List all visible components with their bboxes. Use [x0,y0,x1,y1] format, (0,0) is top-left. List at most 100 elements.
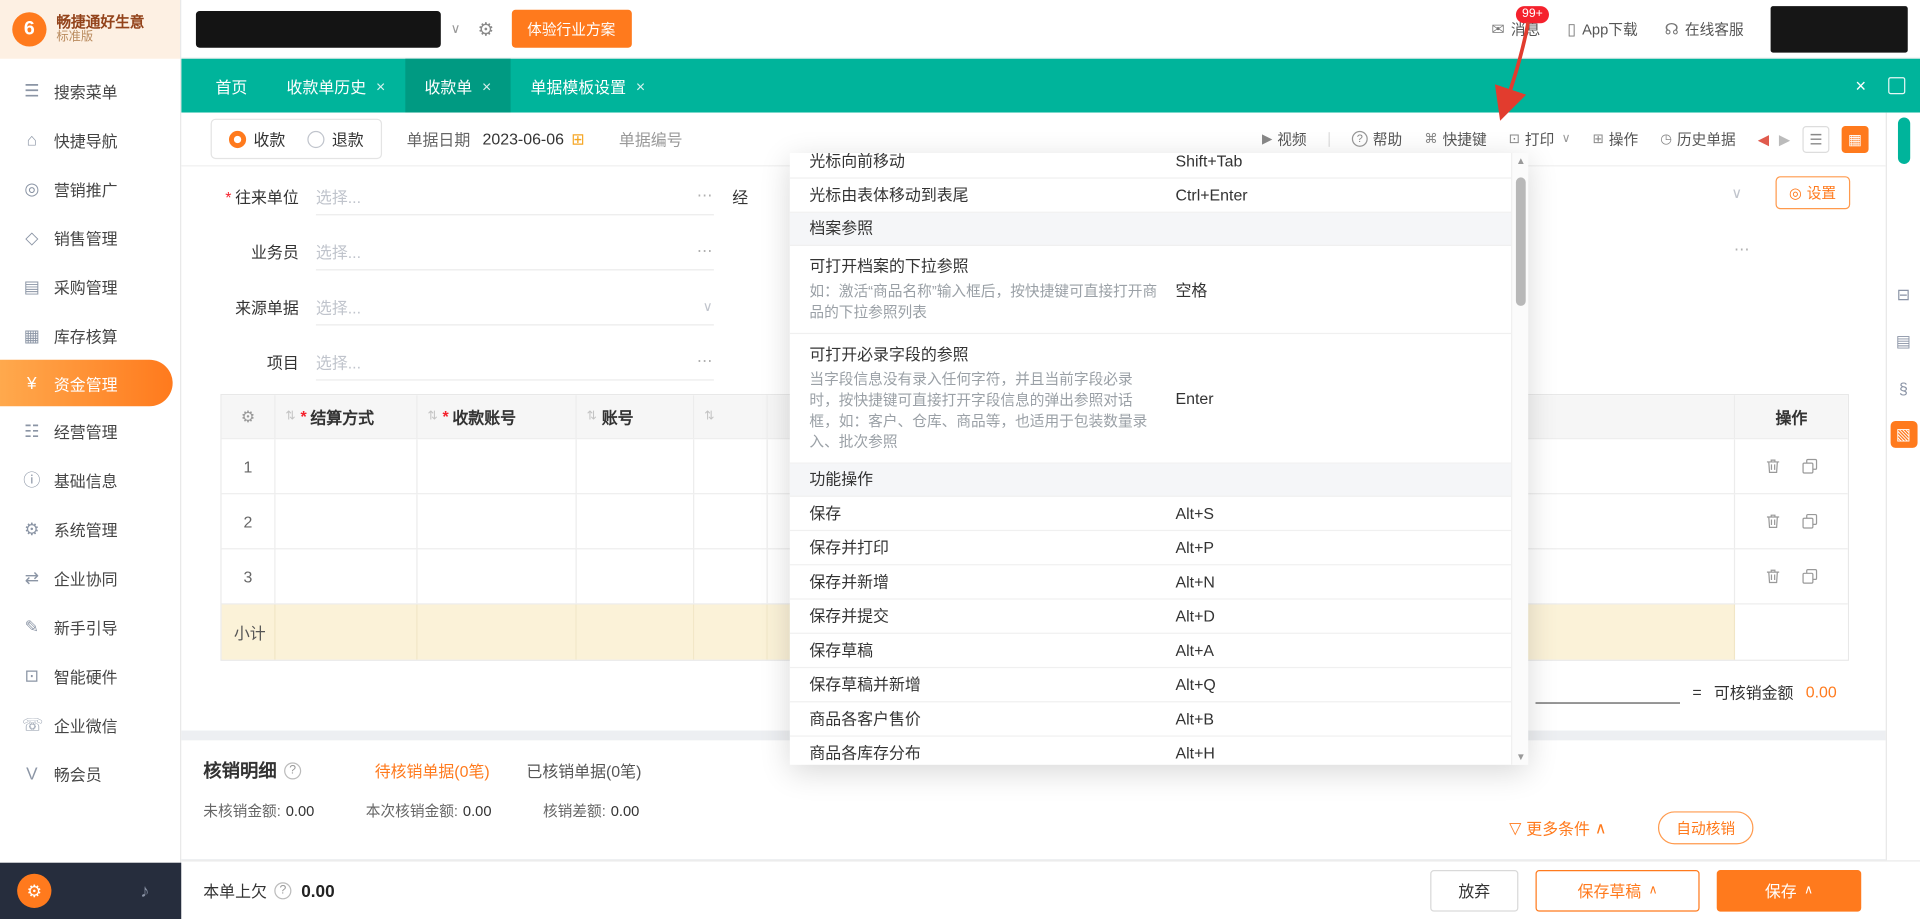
chevron-down-icon[interactable]: ∨ [451,21,461,37]
operations-button[interactable]: ⊞ 操作 [1593,128,1639,149]
sidebar-item-system[interactable]: ⚙ 系统管理 [0,504,180,553]
sidebar-item-guide[interactable]: ✎ 新手引导 [0,602,180,651]
sidebar-item-sales[interactable]: ◇ 销售管理 [0,213,180,262]
copy-icon[interactable] [1801,458,1818,475]
verify-tab[interactable]: 已核销单据(0笔) [526,759,641,782]
grid-cell[interactable] [694,494,768,549]
grid-header-cell[interactable]: ⇅ [694,395,768,439]
help-icon[interactable]: ? [274,881,292,899]
brand[interactable]: 6 畅捷通好生意 标准版 [0,0,180,59]
amount-input[interactable] [1535,681,1681,704]
scrollbar-thumb[interactable] [1897,117,1910,164]
chevron-down-icon[interactable]: ∨ [1731,185,1742,202]
grid-cell[interactable] [577,494,695,549]
messages-button[interactable]: ✉ 消息 99+ [1491,6,1549,39]
grid-header-cell[interactable]: ⇅ * 收款账号 [417,395,577,439]
print-button[interactable]: ⊡ 打印 ∨ [1509,128,1571,149]
sidebar-item-quick-nav[interactable]: ⌂ 快捷导航 [0,115,180,164]
sidebar-item-wechat[interactable]: ☏ 企业微信 [0,700,180,749]
print-panel-icon[interactable]: ⊟ [1890,281,1917,308]
auto-verify-button[interactable]: 自动核销 [1657,811,1754,845]
grid-cell[interactable] [418,549,577,604]
sort-icon[interactable]: ⇅ [285,410,295,423]
salesperson-field[interactable]: 选择... ⋯ [315,233,714,270]
history-button[interactable]: ◷ 历史单据 [1660,128,1735,149]
sidebar-item-hardware[interactable]: ⊡ 智能硬件 [0,651,180,700]
grid-cell[interactable] [418,494,577,549]
tab-close-icon[interactable]: × [376,76,385,94]
sidebar-item-operations[interactable]: ☷ 经营管理 [0,406,180,455]
sidebar-item-collaboration[interactable]: ⇄ 企业协同 [0,553,180,602]
video-button[interactable]: ▶ 视频 [1262,128,1307,149]
trash-icon[interactable] [1764,458,1781,475]
ellipsis-icon[interactable]: ⋯ [697,186,714,206]
tab-close-icon[interactable]: × [482,76,491,94]
tab[interactable]: 单据模板设置 × [511,59,665,113]
list-view-toggle[interactable]: ☰ [1802,125,1830,153]
grid-cell[interactable] [577,549,695,604]
trial-solution-button[interactable]: 体验行业方案 [511,9,632,48]
copy-icon[interactable] [1801,513,1818,530]
online-service-button[interactable]: ☊ 在线客服 [1665,18,1744,39]
sort-icon[interactable]: ⇅ [427,410,437,423]
user-info-redacted[interactable] [1770,5,1908,53]
help-icon[interactable]: ? [284,761,302,779]
trash-icon[interactable] [1764,513,1781,530]
source-doc-field[interactable]: 选择... ∨ [315,288,714,325]
grid-header-cell[interactable]: ⇅ 账号 [576,395,695,439]
calendar-icon[interactable]: ⊞ [571,129,584,149]
app-download-button[interactable]: ▯ App下载 [1567,18,1637,39]
hotkeys-button[interactable]: ⌘ 快捷键 [1424,128,1486,149]
refund-radio[interactable]: 退款 [307,127,364,150]
tab[interactable]: 首页 [196,59,267,113]
date-value[interactable]: 2023-06-06 [483,130,564,148]
sidebar-item-inventory[interactable]: ▦ 库存核算 [0,311,180,360]
scroll-down-icon[interactable]: ▼ [1512,751,1528,762]
chevron-down-icon[interactable]: ∨ [703,298,714,314]
grid-cell[interactable] [418,439,577,494]
grid-cell[interactable] [276,494,418,549]
sort-icon[interactable]: ⇅ [704,410,714,423]
grid-settings-icon[interactable]: ⚙ [221,395,276,439]
next-doc-icon[interactable]: ▶ [1779,130,1790,147]
receipt-radio[interactable]: 收款 [228,127,285,150]
sidebar-item-marketing[interactable]: ◎ 营销推广 [0,164,180,213]
document-panel-icon[interactable]: ▤ [1890,328,1917,355]
more-filters-button[interactable]: ▽ 更多条件 ∧ [1509,816,1606,839]
sidebar-item-funds[interactable]: ¥ 资金管理 [0,359,173,407]
trash-icon[interactable] [1764,568,1781,585]
sidebar-item-member[interactable]: V 畅会员 [0,749,180,798]
sidebar-item-purchase[interactable]: ▤ 采购管理 [0,262,180,311]
save-button[interactable]: 保存 ∧ [1716,869,1862,912]
gear-icon[interactable]: ⚙ [478,18,494,40]
verify-tab[interactable]: 待核销单据(0笔) [375,759,490,782]
help-button[interactable]: ? 帮助 [1351,128,1402,149]
grid-cell[interactable] [694,439,768,494]
tab-list-icon[interactable] [1888,77,1906,95]
grid-header-cell[interactable]: ⇅ * 结算方式 [275,395,418,439]
grid-cell[interactable] [276,549,418,604]
scrollbar-thumb[interactable] [1515,177,1526,306]
template-settings-button[interactable]: ◎ 设置 [1775,176,1850,210]
copy-icon[interactable] [1801,568,1818,585]
modal-scrollbar[interactable]: ▲ ▼ [1511,152,1529,765]
speaker-icon[interactable]: ♪ [140,880,149,901]
sidebar-item-search-menu[interactable]: ☰ 搜索菜单 [0,66,180,115]
grid-view-toggle[interactable]: ▦ [1841,125,1869,153]
attachment-panel-icon[interactable]: § [1890,374,1917,401]
sort-icon[interactable]: ⇅ [587,410,597,423]
close-all-tabs-icon[interactable]: × [1855,59,1866,113]
tab[interactable]: 收款单历史 × [267,59,405,113]
grid-cell[interactable] [276,439,418,494]
prev-doc-icon[interactable]: ◀ [1758,130,1769,147]
grid-cell[interactable] [694,549,768,604]
sidebar-item-basic-info[interactable]: ⓘ 基础信息 [0,455,180,504]
project-field[interactable]: 选择... ⋯ [315,343,714,380]
customer-field[interactable]: 选择... ⋯ [315,178,714,215]
settings-gear-icon[interactable]: ⚙ [17,873,52,908]
grid-cell[interactable] [577,439,695,494]
ellipsis-icon[interactable]: ⋯ [697,241,714,261]
ellipsis-icon[interactable]: ⋯ [1734,240,1751,260]
tab-close-icon[interactable]: × [636,76,645,94]
cancel-button[interactable]: 放弃 [1430,869,1519,912]
